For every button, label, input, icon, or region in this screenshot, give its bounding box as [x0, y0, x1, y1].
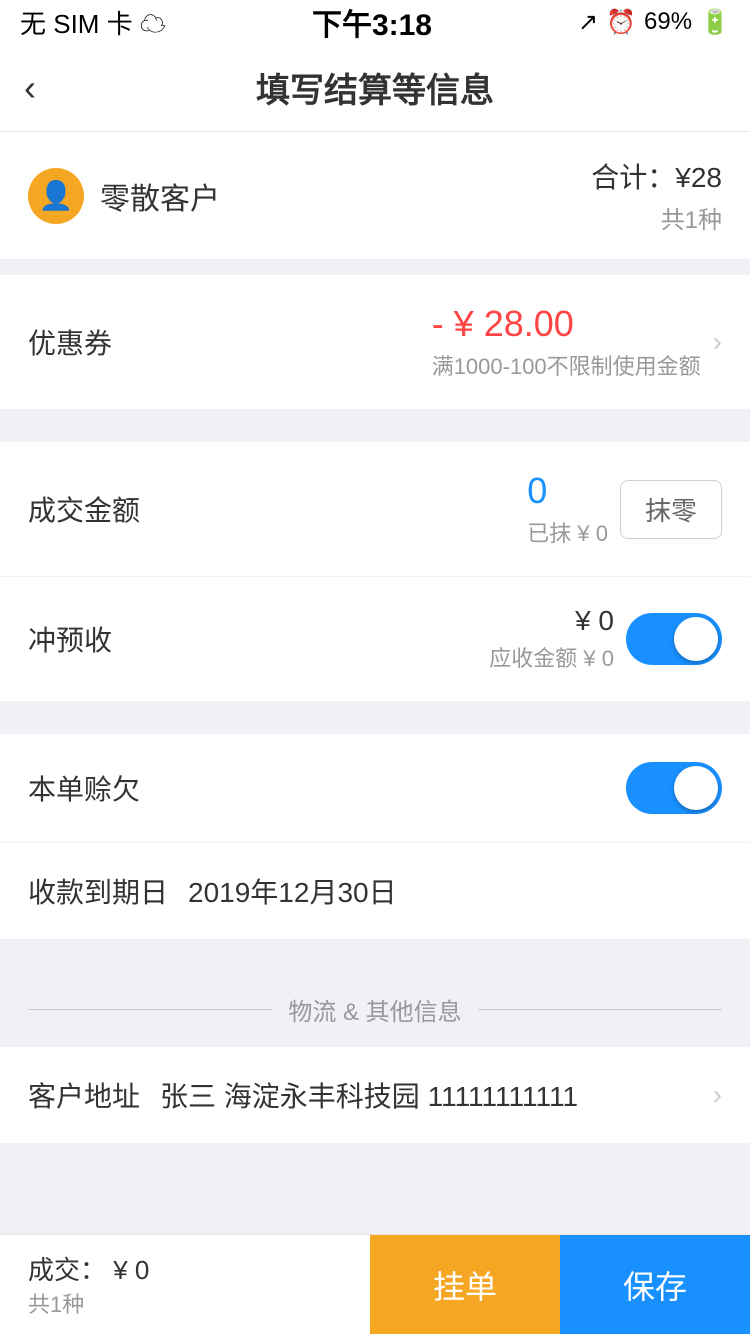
logistics-header: 物流 & 其他信息	[0, 972, 750, 1047]
bottom-deal-value: ¥ 0	[113, 1255, 149, 1285]
due-date-row[interactable]: 收款到期日 2019年12月30日	[0, 843, 750, 940]
round-zero-button[interactable]: 抹零	[620, 480, 722, 539]
bottom-deal-label: 成交：	[28, 1255, 106, 1285]
due-date-value: 2019年12月30日	[188, 871, 397, 911]
address-section: 客户地址 张三 海淀永丰科技园 11111111111 ›	[0, 1047, 750, 1143]
status-time: 下午3:18	[312, 0, 432, 44]
alarm-icon: ⏰	[606, 8, 636, 37]
main-content: 👤 零散客户 合计：¥28 共1种 优惠券 - ¥ 28.00 满1000-10…	[0, 132, 750, 1259]
customer-right: 合计：¥28 共1种	[591, 156, 722, 235]
debit-right	[626, 762, 722, 814]
status-right: ↗ ⏰ 69% 🔋	[578, 8, 730, 37]
bottom-info: 成交： ¥ 0 共1种	[0, 1235, 370, 1334]
customer-name: 零散客户	[100, 174, 220, 218]
coupon-chevron-icon: ›	[713, 326, 722, 358]
customer-avatar: 👤	[28, 168, 84, 224]
page-title: 填写结算等信息	[256, 63, 494, 112]
deal-amount-right: 0 已抹 ¥ 0 抹零	[527, 470, 722, 548]
coupon-row[interactable]: 优惠券 - ¥ 28.00 满1000-100不限制使用金额 ›	[0, 275, 750, 410]
section-divider-1	[0, 426, 750, 442]
prepayment-value: ¥ 0	[489, 605, 614, 637]
coupon-discount: - ¥ 28.00	[432, 303, 701, 345]
status-left: 无 SIM 卡 ☁	[20, 4, 166, 41]
bottom-count: 共1种	[28, 1287, 342, 1319]
deal-amount-section: 成交金额 0 已抹 ¥ 0 抹零 冲预收 ¥ 0 应收金额 ¥ 0	[0, 442, 750, 702]
section-divider-3	[0, 956, 750, 972]
logistics-label: 物流 & 其他信息	[272, 992, 477, 1027]
customer-total: 合计：¥28	[591, 156, 722, 196]
coupon-section: 优惠券 - ¥ 28.00 满1000-100不限制使用金额 ›	[0, 275, 750, 410]
address-label: 客户地址	[28, 1075, 140, 1115]
coupon-label: 优惠券	[28, 322, 112, 362]
prepayment-toggle[interactable]	[626, 613, 722, 665]
prepayment-right: ¥ 0 应收金额 ¥ 0	[489, 605, 722, 673]
prepayment-label: 冲预收	[28, 619, 112, 659]
status-bar: 无 SIM 卡 ☁ 下午3:18 ↗ ⏰ 69% 🔋	[0, 0, 750, 44]
coupon-right: - ¥ 28.00 满1000-100不限制使用金额 ›	[432, 303, 722, 381]
address-row[interactable]: 客户地址 张三 海淀永丰科技园 11111111111 ›	[0, 1047, 750, 1143]
address-value: 张三 海淀永丰科技园 11111111111	[160, 1075, 713, 1115]
avatar-icon: 👤	[39, 179, 74, 212]
deal-amount-label: 成交金额	[28, 489, 140, 529]
logistics-line-right	[478, 1009, 722, 1010]
bottom-deal: 成交： ¥ 0	[28, 1250, 342, 1287]
debit-row: 本单赊欠	[0, 734, 750, 843]
prepayment-sub: 应收金额 ¥ 0	[489, 641, 614, 673]
prepayment-row: 冲预收 ¥ 0 应收金额 ¥ 0	[0, 577, 750, 702]
logistics-header-line: 物流 & 其他信息	[0, 992, 750, 1027]
deal-amount-sub: 已抹 ¥ 0	[527, 516, 608, 548]
address-chevron-icon: ›	[713, 1079, 722, 1111]
location-icon: ↗	[578, 8, 598, 37]
customer-row: 👤 零散客户 合计：¥28 共1种	[0, 132, 750, 259]
coupon-sub: 满1000-100不限制使用金额	[432, 349, 701, 381]
hold-button[interactable]: 挂单	[370, 1235, 560, 1334]
section-divider-2	[0, 718, 750, 734]
toggle-knob	[674, 617, 718, 661]
customer-count: 共1种	[591, 200, 722, 235]
deal-amount-row: 成交金额 0 已抹 ¥ 0 抹零	[0, 442, 750, 577]
sim-label: 无 SIM 卡 ☁	[20, 4, 166, 41]
debit-toggle[interactable]	[626, 762, 722, 814]
save-button[interactable]: 保存	[560, 1235, 750, 1334]
debit-toggle-knob	[674, 766, 718, 810]
back-button[interactable]: ‹	[24, 67, 36, 109]
customer-left: 👤 零散客户	[28, 168, 220, 224]
battery-icon: 🔋	[700, 8, 730, 37]
deal-amount-value: 0	[527, 470, 608, 512]
debit-label: 本单赊欠	[28, 768, 140, 808]
bottom-bar: 成交： ¥ 0 共1种 挂单 保存	[0, 1234, 750, 1334]
due-date-label: 收款到期日	[28, 871, 168, 911]
logistics-line-left	[28, 1009, 272, 1010]
nav-bar: ‹ 填写结算等信息	[0, 44, 750, 132]
debit-section: 本单赊欠 收款到期日 2019年12月30日	[0, 734, 750, 940]
battery-label: 69%	[644, 8, 692, 36]
